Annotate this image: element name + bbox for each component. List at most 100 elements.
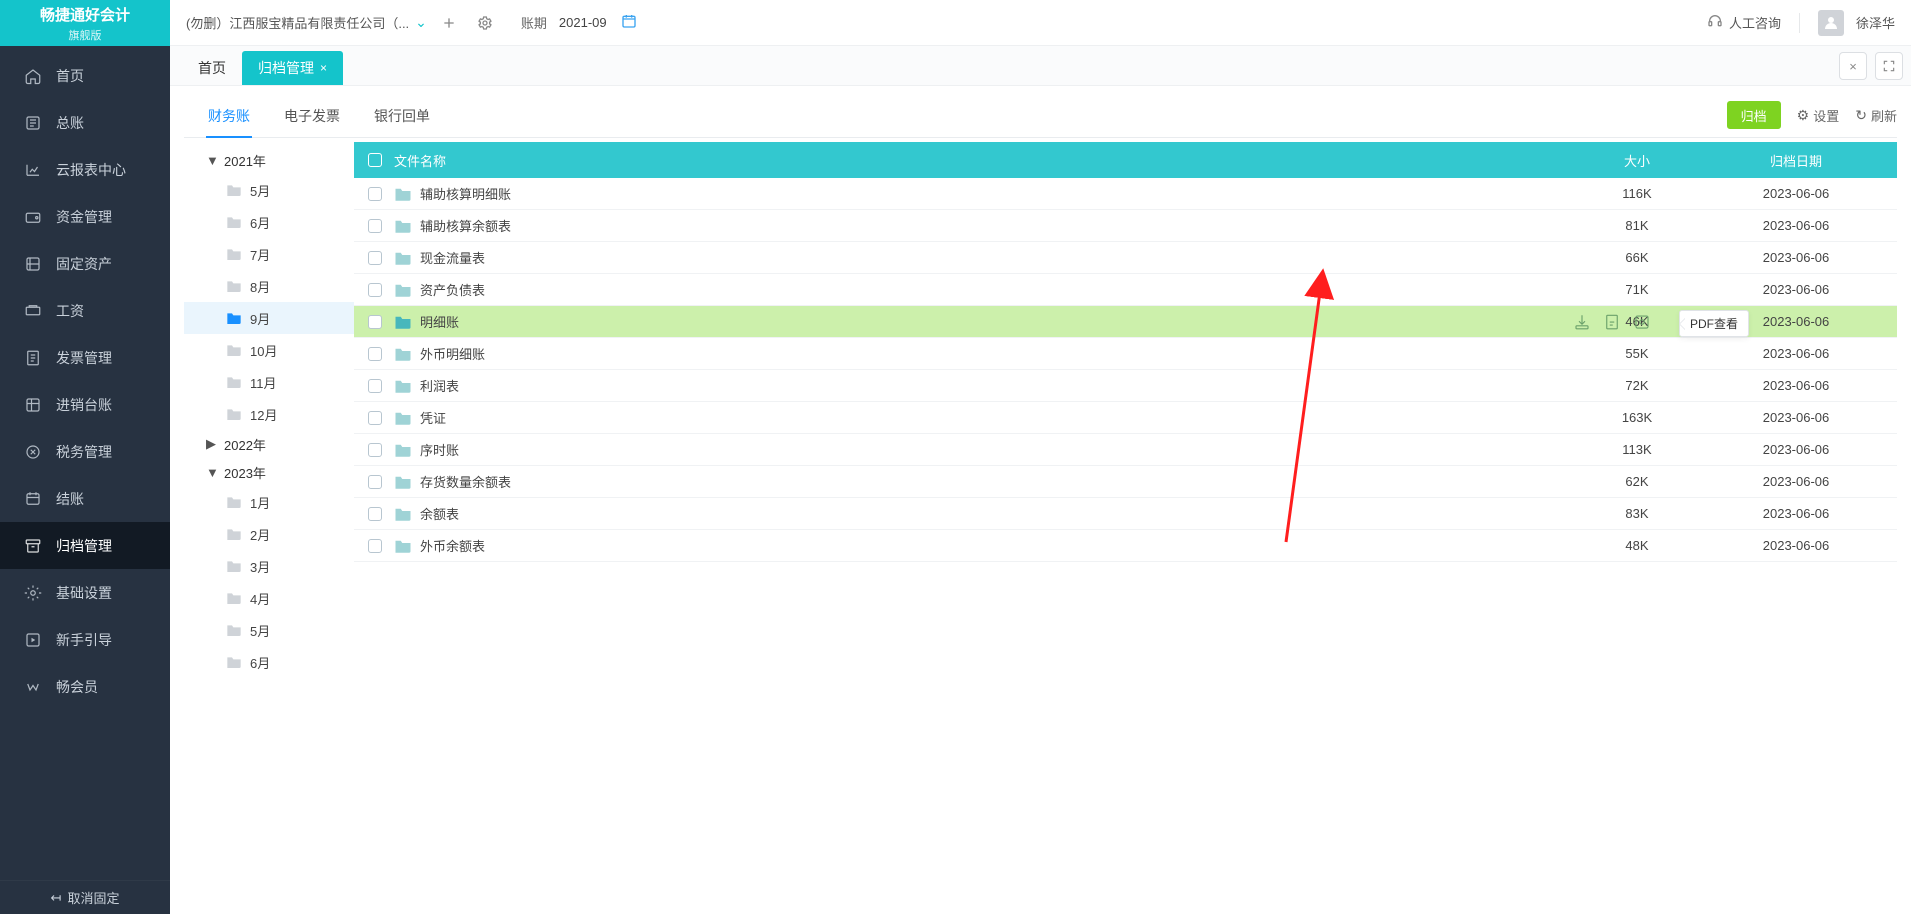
- month-node[interactable]: 5月: [184, 614, 354, 646]
- month-node[interactable]: 3月: [184, 550, 354, 582]
- month-node[interactable]: 5月: [184, 174, 354, 206]
- table-row[interactable]: 辅助核算余额表 81K 2023-06-06: [354, 210, 1897, 242]
- support-link[interactable]: 人工咨询: [1707, 13, 1781, 32]
- table-row[interactable]: 外币明细账 55K 2023-06-06: [354, 338, 1897, 370]
- sidebar-item-label: 畅会员: [56, 677, 98, 697]
- table-row[interactable]: 余额表 83K 2023-06-06: [354, 498, 1897, 530]
- add-company-button[interactable]: [435, 9, 463, 37]
- year-node[interactable]: ▼2021年: [184, 146, 354, 174]
- select-all-checkbox[interactable]: [368, 153, 382, 167]
- month-node[interactable]: 11月: [184, 366, 354, 398]
- page-tab-home[interactable]: 首页: [182, 51, 242, 85]
- unpin-sidebar[interactable]: ↤ 取消固定: [0, 880, 170, 914]
- page-tab-archive[interactable]: 归档管理 ×: [242, 51, 343, 85]
- tab-close-button[interactable]: ×: [1839, 52, 1867, 80]
- row-checkbox[interactable]: [368, 443, 382, 457]
- preview-icon[interactable]: [1632, 312, 1652, 332]
- row-checkbox[interactable]: [368, 251, 382, 265]
- sidebar-item-settings[interactable]: 基础设置: [0, 569, 170, 616]
- month-node[interactable]: 1月: [184, 486, 354, 518]
- folder-icon: [394, 507, 412, 521]
- table-row[interactable]: 辅助核算明细账 116K 2023-06-06: [354, 178, 1897, 210]
- sub-tab-bar: 财务账电子发票银行回单 归档 ⚙ 设置 ↻ 刷新: [184, 96, 1897, 138]
- company-selector[interactable]: (勿删）江西服宝精品有限责任公司（... ⌄: [186, 13, 427, 32]
- table-row[interactable]: 凭证 163K 2023-06-06: [354, 402, 1897, 434]
- month-node[interactable]: 12月: [184, 398, 354, 430]
- file-size: 113K: [1567, 442, 1707, 457]
- month-node[interactable]: 4月: [184, 582, 354, 614]
- year-node[interactable]: ▼2023年: [184, 458, 354, 486]
- refresh-icon: ↻: [1855, 107, 1867, 124]
- sidebar-item-report[interactable]: 云报表中心: [0, 146, 170, 193]
- row-checkbox[interactable]: [368, 219, 382, 233]
- col-date: 归档日期: [1707, 151, 1897, 170]
- settings-link[interactable]: ⚙ 设置: [1797, 106, 1840, 125]
- row-checkbox[interactable]: [368, 347, 382, 361]
- archive-date: 2023-06-06: [1707, 186, 1897, 201]
- folder-icon: [394, 443, 412, 457]
- sidebar-item-salary[interactable]: 工资: [0, 287, 170, 334]
- row-checkbox[interactable]: [368, 539, 382, 553]
- year-node[interactable]: ▶2022年: [184, 430, 354, 458]
- sidebar-item-close[interactable]: 结账: [0, 475, 170, 522]
- sidebar-item-invoice[interactable]: 发票管理: [0, 334, 170, 381]
- archive-date: 2023-06-06: [1707, 378, 1897, 393]
- row-checkbox[interactable]: [368, 315, 382, 329]
- month-node[interactable]: 6月: [184, 646, 354, 678]
- file-size: 71K: [1567, 282, 1707, 297]
- table-row[interactable]: 序时账 113K 2023-06-06: [354, 434, 1897, 466]
- row-checkbox[interactable]: [368, 379, 382, 393]
- month-node[interactable]: 7月: [184, 238, 354, 270]
- archive-button[interactable]: 归档: [1727, 101, 1781, 129]
- col-size: 大小: [1567, 151, 1707, 170]
- file-name: 利润表: [420, 376, 459, 395]
- sub-tab[interactable]: 银行回单: [372, 96, 432, 138]
- sidebar-item-stock[interactable]: 进销台账: [0, 381, 170, 428]
- table-row[interactable]: 明细账 46K 2023-06-06 PDF查看: [354, 306, 1897, 338]
- home-icon: [24, 67, 42, 85]
- table-row[interactable]: 外币余额表 48K 2023-06-06: [354, 530, 1897, 562]
- stock-icon: [24, 396, 42, 414]
- sidebar-item-archive[interactable]: 归档管理: [0, 522, 170, 569]
- month-node[interactable]: 8月: [184, 270, 354, 302]
- row-checkbox[interactable]: [368, 507, 382, 521]
- folder-icon: [394, 539, 412, 553]
- wallet-icon: [24, 208, 42, 226]
- company-settings-button[interactable]: [471, 9, 499, 37]
- month-node[interactable]: 6月: [184, 206, 354, 238]
- folder-icon: [226, 376, 242, 388]
- pdf-icon[interactable]: [1602, 312, 1622, 332]
- file-name: 序时账: [420, 440, 459, 459]
- row-checkbox[interactable]: [368, 187, 382, 201]
- month-node[interactable]: 10月: [184, 334, 354, 366]
- avatar[interactable]: [1818, 10, 1844, 36]
- sidebar-item-home[interactable]: 首页: [0, 52, 170, 99]
- table-row[interactable]: 现金流量表 66K 2023-06-06: [354, 242, 1897, 274]
- archive-date: 2023-06-06: [1707, 250, 1897, 265]
- fullscreen-button[interactable]: [1875, 52, 1903, 80]
- table-row[interactable]: 资产负债表 71K 2023-06-06: [354, 274, 1897, 306]
- month-node[interactable]: 9月: [184, 302, 354, 334]
- period-value[interactable]: 2021-09: [559, 15, 607, 30]
- sidebar-item-tax[interactable]: 税务管理: [0, 428, 170, 475]
- folder-icon: [226, 624, 242, 636]
- table-row[interactable]: 利润表 72K 2023-06-06: [354, 370, 1897, 402]
- row-checkbox[interactable]: [368, 411, 382, 425]
- file-size: 81K: [1567, 218, 1707, 233]
- sidebar-item-asset[interactable]: 固定资产: [0, 240, 170, 287]
- row-checkbox[interactable]: [368, 475, 382, 489]
- sidebar-item-ledger[interactable]: 总账: [0, 99, 170, 146]
- calendar-icon[interactable]: [621, 13, 637, 32]
- sidebar-item-fund[interactable]: 资金管理: [0, 193, 170, 240]
- sub-tab[interactable]: 电子发票: [282, 96, 342, 138]
- refresh-link[interactable]: ↻ 刷新: [1855, 106, 1897, 125]
- user-name[interactable]: 徐泽华: [1856, 13, 1895, 32]
- close-icon[interactable]: ×: [320, 51, 327, 85]
- table-row[interactable]: 存货数量余额表 62K 2023-06-06: [354, 466, 1897, 498]
- sidebar-item-guide[interactable]: 新手引导: [0, 616, 170, 663]
- sub-tab[interactable]: 财务账: [206, 96, 252, 138]
- row-checkbox[interactable]: [368, 283, 382, 297]
- sidebar-item-member[interactable]: 畅会员: [0, 663, 170, 710]
- month-node[interactable]: 2月: [184, 518, 354, 550]
- download-icon[interactable]: [1572, 312, 1592, 332]
